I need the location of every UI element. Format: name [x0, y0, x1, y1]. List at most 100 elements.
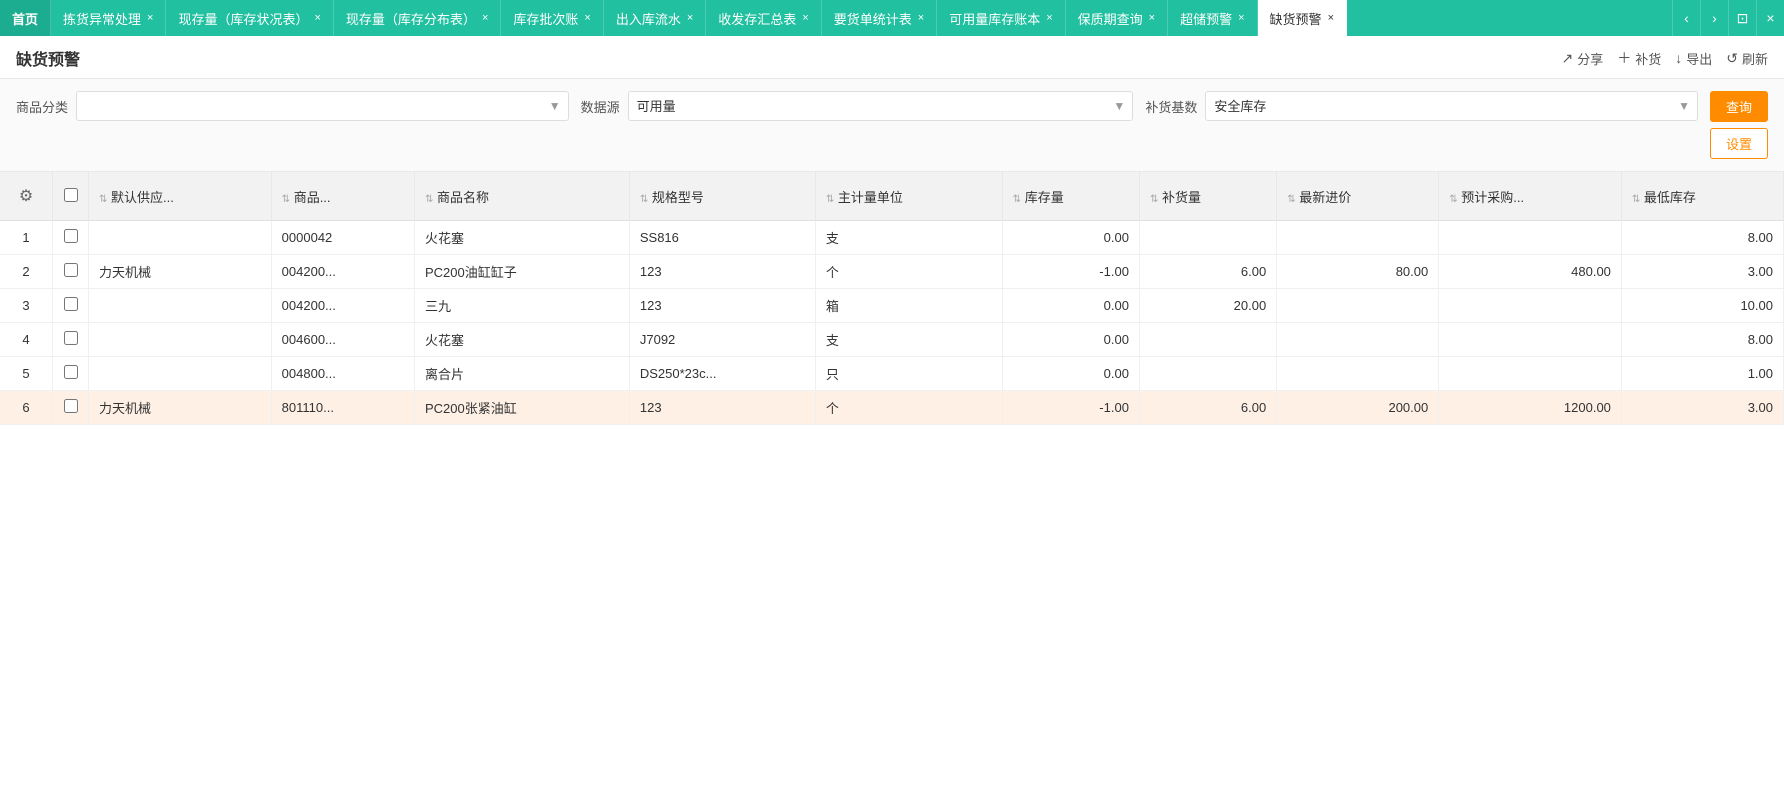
- tab-close-all-btn[interactable]: ×: [1756, 0, 1784, 36]
- select-all-checkbox[interactable]: [64, 188, 78, 202]
- col-header-settings: ⚙: [0, 172, 53, 221]
- tab-shortage-warning[interactable]: 缺货预警 ×: [1258, 0, 1347, 36]
- tab-expiry-query[interactable]: 保质期查询 ×: [1066, 0, 1168, 36]
- row-default-supplier: [89, 357, 272, 391]
- tab-available-ledger[interactable]: 可用量库存账本 ×: [937, 0, 1065, 36]
- tab-inventory-dist[interactable]: 现存量（库存分布表） ×: [334, 0, 501, 36]
- table-row: 2 力天机械 004200... PC200油缸缸子 123 个 -1.00 6…: [0, 255, 1784, 289]
- sort-icon-item-name: ⇅: [425, 194, 433, 205]
- tab-inout-flow[interactable]: 出入库流水 ×: [604, 0, 706, 36]
- row-item-code: 004800...: [271, 357, 414, 391]
- share-icon: ↗: [1561, 50, 1573, 67]
- sort-icon-unit: ⇅: [826, 194, 834, 205]
- row-latest-price: 200.00: [1277, 391, 1439, 425]
- tab-close-shortage-warning[interactable]: ×: [1328, 12, 1334, 24]
- row-checkbox[interactable]: [64, 229, 78, 243]
- share-button[interactable]: ↗ 分享: [1561, 49, 1603, 68]
- row-estimated-purchase: 480.00: [1439, 255, 1622, 289]
- replenish-button[interactable]: ＋ 补货: [1617, 48, 1661, 68]
- replenish-basis-label: 补货基数: [1145, 97, 1197, 116]
- row-item-code: 004200...: [271, 255, 414, 289]
- row-number: 5: [0, 357, 53, 391]
- col-header-default-supplier: ⇅ 默认供应...: [89, 172, 272, 221]
- table-row: 6 力天机械 801110... PC200张紧油缸 123 个 -1.00 6…: [0, 391, 1784, 425]
- tab-batch-account[interactable]: 库存批次账 ×: [501, 0, 603, 36]
- tab-inventory-status[interactable]: 现存量（库存状况表） ×: [166, 0, 333, 36]
- tab-close-available-ledger[interactable]: ×: [1046, 12, 1052, 24]
- row-default-supplier: 力天机械: [89, 391, 272, 425]
- filter-action-buttons: 查询 设置: [1710, 91, 1768, 159]
- tab-prev-btn[interactable]: ‹: [1672, 0, 1700, 36]
- settings-button[interactable]: 设置: [1710, 128, 1768, 159]
- tab-abnormal[interactable]: 拣货异常处理 ×: [51, 0, 166, 36]
- row-checkbox[interactable]: [64, 365, 78, 379]
- row-item-name: PC200油缸缸子: [415, 255, 630, 289]
- page-title: 缺货预警: [16, 46, 80, 70]
- refresh-button[interactable]: ↺ 刷新: [1726, 49, 1768, 68]
- row-item-name: 离合片: [415, 357, 630, 391]
- tab-close-overstock-warning[interactable]: ×: [1238, 12, 1244, 24]
- tab-overstock-warning[interactable]: 超储预警 ×: [1168, 0, 1257, 36]
- row-unit: 个: [815, 391, 1002, 425]
- datasource-filter-group: 数据源 可用量 ▼: [581, 91, 1134, 121]
- row-checkbox[interactable]: [64, 399, 78, 413]
- row-estimated-purchase: [1439, 323, 1622, 357]
- query-button[interactable]: 查询: [1710, 91, 1768, 122]
- row-min-stock: 10.00: [1621, 289, 1783, 323]
- sort-icon-replenish-qty: ⇅: [1150, 194, 1158, 205]
- data-table: ⚙ ⇅ 默认供应... ⇅ 商品... ⇅ 商品名称: [0, 172, 1784, 425]
- table-row: 1 0000042 火花塞 SS816 支 0.00 8.00: [0, 221, 1784, 255]
- sort-icon-latest-price: ⇅: [1287, 194, 1295, 205]
- row-checkbox[interactable]: [64, 263, 78, 277]
- category-select-wrapper: ▼: [76, 91, 569, 121]
- col-header-checkbox: [53, 172, 89, 221]
- row-item-code: 801110...: [271, 391, 414, 425]
- tab-close-expiry-query[interactable]: ×: [1149, 12, 1155, 24]
- tab-close-inventory-status[interactable]: ×: [314, 12, 320, 24]
- col-header-replenish-qty: ⇅ 补货量: [1139, 172, 1276, 221]
- tab-close-receive-summary[interactable]: ×: [802, 12, 808, 24]
- table-header: ⚙ ⇅ 默认供应... ⇅ 商品... ⇅ 商品名称: [0, 172, 1784, 221]
- col-header-spec-model: ⇅ 规格型号: [629, 172, 815, 221]
- row-unit: 只: [815, 357, 1002, 391]
- replenish-basis-filter-group: 补货基数 安全库存 ▼: [1145, 91, 1698, 121]
- tab-close-abnormal[interactable]: ×: [147, 12, 153, 24]
- export-button[interactable]: ↓ 导出: [1675, 49, 1712, 68]
- col-header-latest-price: ⇅ 最新进价: [1277, 172, 1439, 221]
- row-replenish-qty: 6.00: [1139, 391, 1276, 425]
- table-gear-icon[interactable]: ⚙: [10, 180, 42, 212]
- tab-requisition-stats[interactable]: 要货单统计表 ×: [822, 0, 937, 36]
- tab-close-inout-flow[interactable]: ×: [687, 12, 693, 24]
- row-item-code: 004600...: [271, 323, 414, 357]
- tab-next-btn[interactable]: ›: [1700, 0, 1728, 36]
- row-default-supplier: [89, 289, 272, 323]
- tab-close-requisition-stats[interactable]: ×: [918, 12, 924, 24]
- row-estimated-purchase: [1439, 289, 1622, 323]
- table-container: ⚙ ⇅ 默认供应... ⇅ 商品... ⇅ 商品名称: [0, 172, 1784, 425]
- row-stock-qty: 0.00: [1002, 357, 1139, 391]
- category-select[interactable]: [76, 91, 569, 121]
- row-latest-price: [1277, 323, 1439, 357]
- tab-restore-btn[interactable]: ⊡: [1728, 0, 1756, 36]
- row-replenish-qty: [1139, 357, 1276, 391]
- main-content: 缺货预警 ↗ 分享 ＋ 补货 ↓ 导出 ↺ 刷新 商品分类: [0, 36, 1784, 796]
- replenish-icon: ＋: [1617, 48, 1631, 68]
- row-spec-model: DS250*23c...: [629, 357, 815, 391]
- tab-close-inventory-dist[interactable]: ×: [482, 12, 488, 24]
- row-stock-qty: -1.00: [1002, 391, 1139, 425]
- replenish-basis-select[interactable]: 安全库存: [1205, 91, 1698, 121]
- tab-receive-summary[interactable]: 收发存汇总表 ×: [706, 0, 821, 36]
- row-estimated-purchase: [1439, 357, 1622, 391]
- row-checkbox-cell: [53, 221, 89, 255]
- datasource-select[interactable]: 可用量: [628, 91, 1134, 121]
- row-checkbox[interactable]: [64, 297, 78, 311]
- tab-home[interactable]: 首页: [0, 0, 51, 36]
- row-replenish-qty: 6.00: [1139, 255, 1276, 289]
- row-default-supplier: [89, 221, 272, 255]
- category-filter-label: 商品分类: [16, 97, 68, 116]
- row-default-supplier: 力天机械: [89, 255, 272, 289]
- tab-close-batch-account[interactable]: ×: [584, 12, 590, 24]
- row-unit: 箱: [815, 289, 1002, 323]
- row-checkbox[interactable]: [64, 331, 78, 345]
- row-item-code: 0000042: [271, 221, 414, 255]
